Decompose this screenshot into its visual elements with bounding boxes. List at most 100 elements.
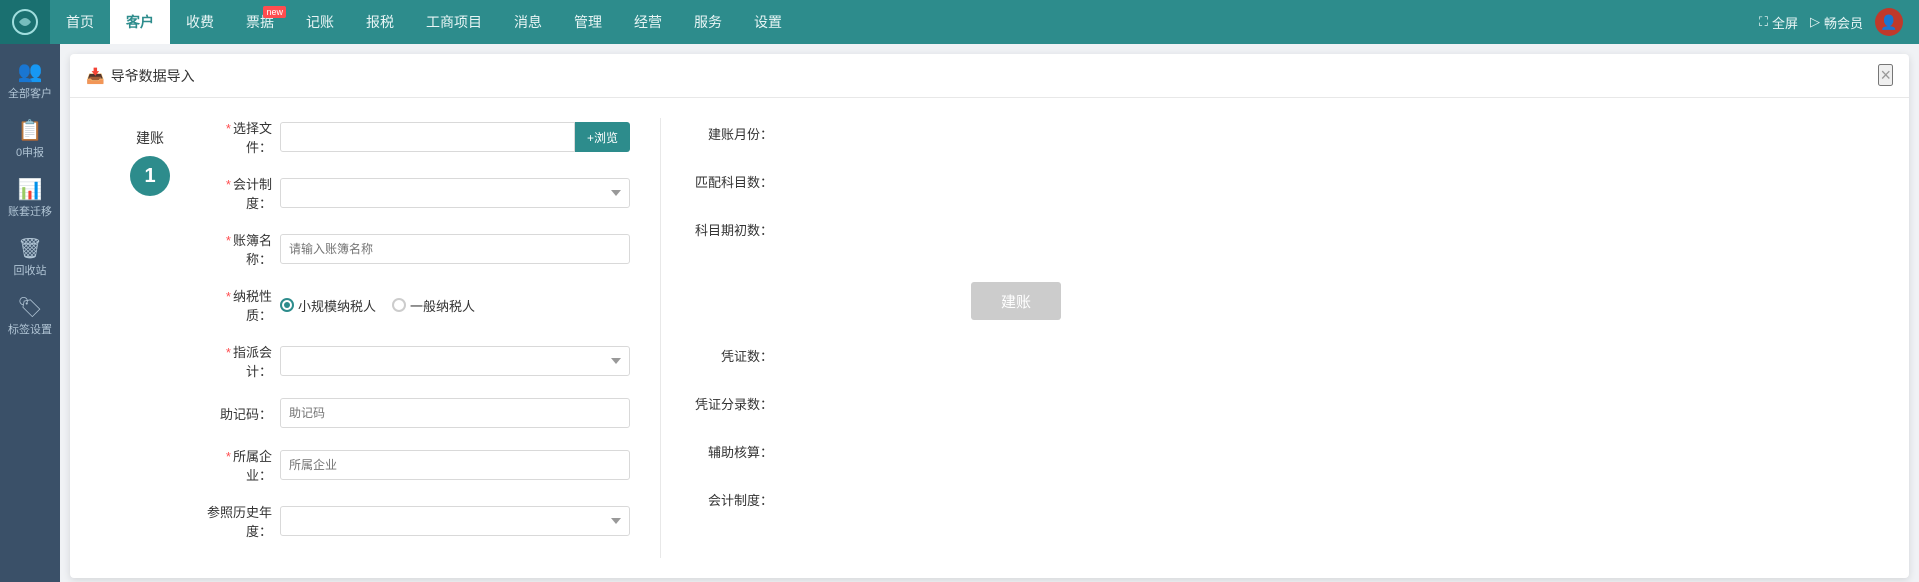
sidebar-item-tag-settings[interactable]: 🏷 标签设置 <box>0 288 60 347</box>
tax-row: 纳税性质： 小规模纳税人 一般纳税人 <box>200 286 630 324</box>
history-select[interactable] <box>280 506 630 536</box>
assign-row: 指派会计： <box>200 342 630 380</box>
file-input-group: +浏览 <box>280 122 630 152</box>
fullscreen-button[interactable]: ⛶ 全屏 <box>1759 13 1798 32</box>
ledger-row: 账簿名称： <box>200 230 630 268</box>
tax-radio-general[interactable] <box>392 298 406 312</box>
nav-item-clients[interactable]: 客户 <box>110 0 170 44</box>
nav-logo[interactable] <box>0 0 50 44</box>
voucher-value <box>781 340 1121 370</box>
sidebar-item-all-clients[interactable]: 👥 全部客户 <box>0 52 60 111</box>
tax-option-general[interactable]: 一般纳税人 <box>392 296 475 315</box>
dialog-header: 📥 导爷数据导入 <box>70 54 1909 98</box>
step-circle: 1 <box>130 156 170 196</box>
ledger-input[interactable] <box>280 234 630 264</box>
tax-radio-group: 小规模纳税人 一般纳税人 <box>280 296 630 315</box>
match-label: 匹配科目数： <box>691 172 781 191</box>
fullscreen-icon: ⛶ <box>1759 14 1768 30</box>
nav-item-manage[interactable]: 管理 <box>558 0 618 44</box>
aux-label: 辅助核算： <box>691 442 781 461</box>
step-label: 建账 <box>136 128 164 148</box>
declaration-icon: 📋 <box>18 121 43 141</box>
new-badge: new <box>263 6 286 18</box>
accounting-system-label: 会计制度： <box>691 490 781 509</box>
nav-item-fees[interactable]: 收费 <box>170 0 230 44</box>
tax-option-small[interactable]: 小规模纳税人 <box>280 296 376 315</box>
voucher-entries-value <box>781 388 1121 418</box>
file-row: 选择文件： +浏览 <box>200 118 630 156</box>
form-right: 建账月份： 匹配科目数： 科目期初数： 建账 <box>691 118 1121 558</box>
avatar-icon: 👤 <box>1880 14 1897 31</box>
voucher-label: 凭证数： <box>691 346 781 365</box>
assign-select[interactable] <box>280 346 630 376</box>
tax-label: 纳税性质： <box>200 286 280 324</box>
form-left: 选择文件： +浏览 会计制度： <box>200 118 630 558</box>
build-account-button[interactable]: 建账 <box>971 282 1061 320</box>
match-value <box>781 166 1121 196</box>
voucher-entries-row: 凭证分录数： <box>691 388 1121 418</box>
file-label: 选择文件： <box>200 118 280 156</box>
history-label: 参照历史年度： <box>200 502 280 540</box>
content-area: 📥 导爷数据导入 × 建账 1 选择文件： +浏览 <box>60 44 1919 582</box>
sidebar: 👥 全部客户 📋 0申报 📊 账套迁移 🗑 回收站 🏷 标签设置 <box>0 44 60 582</box>
period-row: 科目期初数： <box>691 214 1121 244</box>
sidebar-item-declaration[interactable]: 📋 0申报 <box>0 111 60 170</box>
nav-item-operations[interactable]: 经营 <box>618 0 678 44</box>
dialog-close-button[interactable]: × <box>1878 64 1893 86</box>
tax-radio-small[interactable] <box>280 298 294 312</box>
assign-label: 指派会计： <box>200 342 280 380</box>
nav-item-settings[interactable]: 设置 <box>738 0 798 44</box>
main-layout: 👥 全部客户 📋 0申报 📊 账套迁移 🗑 回收站 🏷 标签设置 📥 导爷数据导… <box>0 44 1919 582</box>
accounting-row: 会计制度： <box>200 174 630 212</box>
dialog-title: 导爷数据导入 <box>111 66 195 86</box>
file-input[interactable] <box>280 122 575 152</box>
all-clients-icon: 👥 <box>18 62 43 82</box>
memo-row: 助记码： <box>200 398 630 428</box>
match-row: 匹配科目数： <box>691 166 1121 196</box>
dialog-panel: 📥 导爷数据导入 × 建账 1 选择文件： +浏览 <box>70 54 1909 578</box>
avatar[interactable]: 👤 <box>1875 8 1903 36</box>
accounting-system-row: 会计制度： <box>691 484 1121 514</box>
month-value <box>781 118 1121 148</box>
dialog-header-icon: 📥 <box>86 67 105 85</box>
form-divider <box>660 118 661 558</box>
memo-label: 助记码： <box>200 404 280 423</box>
sidebar-item-recycle[interactable]: 🗑 回收站 <box>0 229 60 288</box>
accounting-system-value <box>781 484 1121 514</box>
member-icon: ▷ <box>1810 14 1820 30</box>
month-label: 建账月份： <box>691 124 781 143</box>
aux-row: 辅助核算： <box>691 436 1121 466</box>
history-row: 参照历史年度： <box>200 502 630 540</box>
recycle-icon: 🗑 <box>17 239 42 259</box>
company-input[interactable] <box>280 450 630 480</box>
nav-item-business[interactable]: 工商项目 <box>410 0 498 44</box>
period-label: 科目期初数： <box>691 220 781 239</box>
company-row: 所属企业： <box>200 446 630 484</box>
memo-input[interactable] <box>280 398 630 428</box>
voucher-entries-label: 凭证分录数： <box>691 394 781 413</box>
member-button[interactable]: ▷ 畅会员 <box>1810 13 1863 32</box>
top-nav: 首页 客户 收费 票据 new 记账 报税 工商项目 消息 管理 经营 服务 设… <box>0 0 1919 44</box>
nav-item-messages[interactable]: 消息 <box>498 0 558 44</box>
dialog-body: 建账 1 选择文件： +浏览 会计制度： <box>70 98 1909 578</box>
sidebar-item-account-migration[interactable]: 📊 账套迁移 <box>0 170 60 229</box>
voucher-row: 凭证数： <box>691 340 1121 370</box>
nav-item-accounting[interactable]: 记账 <box>290 0 350 44</box>
company-label: 所属企业： <box>200 446 280 484</box>
browse-button[interactable]: +浏览 <box>575 122 630 152</box>
account-migration-icon: 📊 <box>18 180 43 200</box>
step-indicator: 建账 1 <box>100 118 200 558</box>
build-btn-area: 建账 <box>691 262 1121 320</box>
nav-item-services[interactable]: 服务 <box>678 0 738 44</box>
nav-items: 首页 客户 收费 票据 new 记账 报税 工商项目 消息 管理 经营 服务 设… <box>50 0 1759 44</box>
nav-right: ⛶ 全屏 ▷ 畅会员 👤 <box>1759 8 1919 36</box>
nav-item-tax[interactable]: 报税 <box>350 0 410 44</box>
nav-item-invoices[interactable]: 票据 new <box>230 0 290 44</box>
nav-item-home[interactable]: 首页 <box>50 0 110 44</box>
month-row: 建账月份： <box>691 118 1121 148</box>
accounting-select[interactable] <box>280 178 630 208</box>
period-value <box>781 214 1121 244</box>
ledger-label: 账簿名称： <box>200 230 280 268</box>
accounting-label: 会计制度： <box>200 174 280 212</box>
aux-value <box>781 436 1121 466</box>
